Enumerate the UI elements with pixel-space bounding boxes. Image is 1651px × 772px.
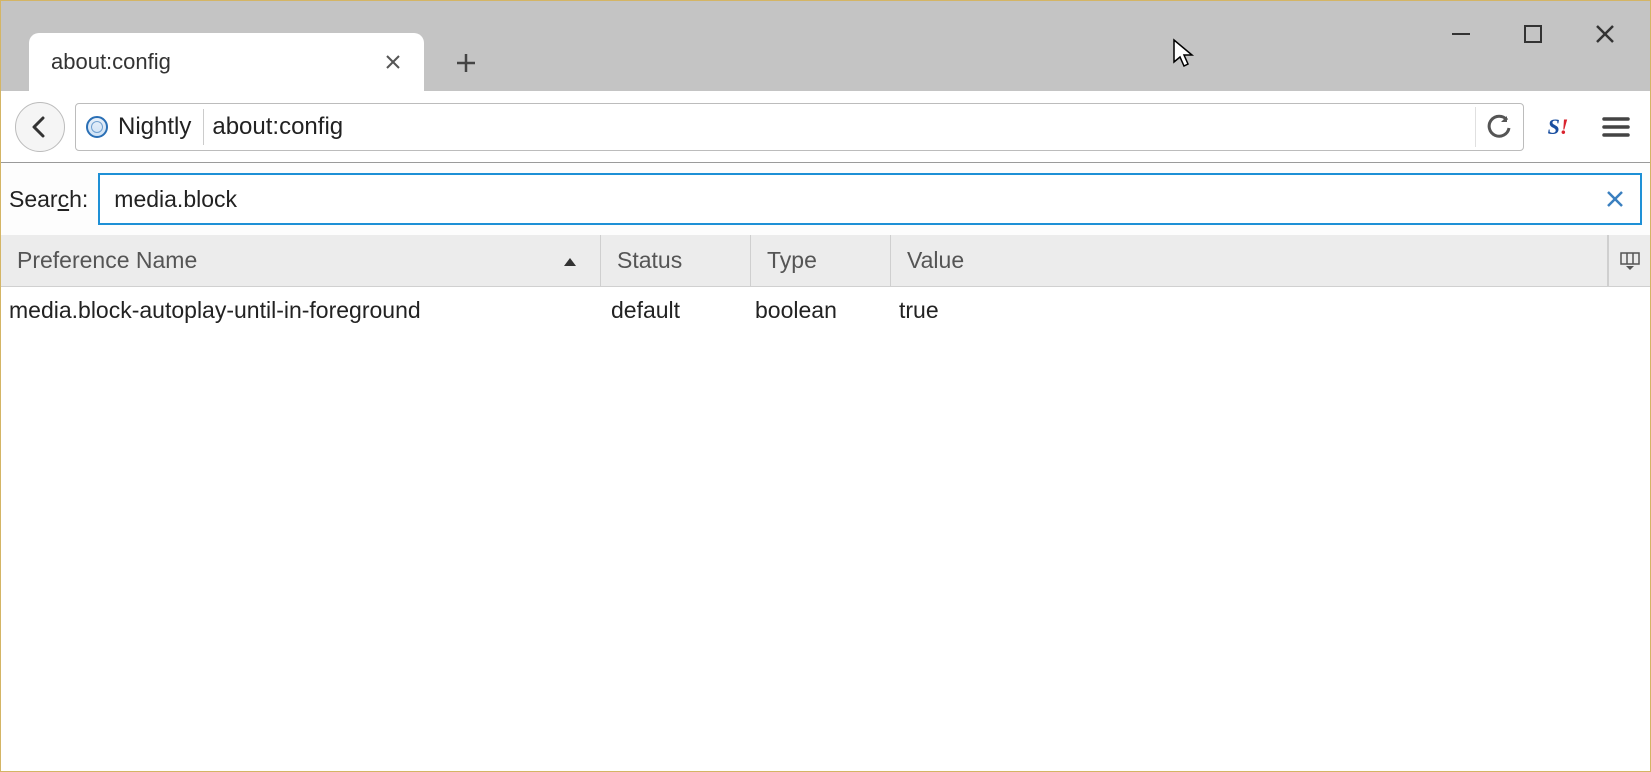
table-header: Preference Name Status Type Value: [1, 235, 1650, 287]
back-button[interactable]: [15, 102, 65, 152]
tab-strip: about:config: [1, 29, 486, 91]
window-controls: [1446, 1, 1650, 49]
search-label: Search:: [9, 186, 88, 213]
new-tab-button[interactable]: [446, 43, 486, 83]
column-header-name[interactable]: Preference Name: [1, 235, 601, 286]
pref-status-cell: default: [601, 297, 751, 324]
column-header-name-label: Preference Name: [17, 247, 197, 274]
table-row[interactable]: media.block-autoplay-until-in-foreground…: [1, 287, 1650, 335]
close-window-button[interactable]: [1590, 19, 1620, 49]
titlebar: about:config: [1, 1, 1650, 91]
tab-title: about:config: [51, 49, 380, 75]
column-picker-icon: [1620, 252, 1640, 270]
pref-value-cell: true: [891, 297, 1650, 324]
pref-type-cell: boolean: [751, 297, 891, 324]
maximize-button[interactable]: [1518, 19, 1548, 49]
url-bar[interactable]: Nightly about:config: [75, 103, 1524, 151]
tab-close-button[interactable]: [380, 49, 406, 75]
menu-button[interactable]: [1592, 103, 1640, 151]
pref-name-cell: media.block-autoplay-until-in-foreground: [1, 297, 601, 324]
identity-label: Nightly: [118, 113, 191, 141]
column-header-value[interactable]: Value: [891, 235, 1608, 286]
column-header-status-label: Status: [617, 247, 682, 274]
hamburger-icon: [1602, 115, 1630, 139]
column-header-type[interactable]: Type: [751, 235, 891, 286]
extension-icon: S!: [1548, 114, 1569, 140]
reload-button[interactable]: [1475, 107, 1515, 147]
column-header-type-label: Type: [767, 247, 817, 274]
globe-icon: [86, 116, 108, 138]
url-text: about:config: [212, 113, 1467, 141]
search-input[interactable]: [114, 186, 1600, 213]
column-header-status[interactable]: Status: [601, 235, 751, 286]
preferences-table: Preference Name Status Type Value media.…: [1, 235, 1650, 335]
extension-button[interactable]: S!: [1534, 103, 1582, 151]
clear-search-button[interactable]: [1600, 184, 1630, 214]
config-search-row: Search:: [1, 163, 1650, 235]
identity-box[interactable]: Nightly: [86, 109, 204, 145]
sort-ascending-icon: [562, 247, 578, 274]
nav-toolbar: Nightly about:config S!: [1, 91, 1650, 163]
column-picker-button[interactable]: [1608, 235, 1650, 286]
search-box: [98, 173, 1642, 225]
minimize-button[interactable]: [1446, 19, 1476, 49]
column-header-value-label: Value: [907, 247, 964, 274]
tab-about-config[interactable]: about:config: [29, 33, 424, 91]
